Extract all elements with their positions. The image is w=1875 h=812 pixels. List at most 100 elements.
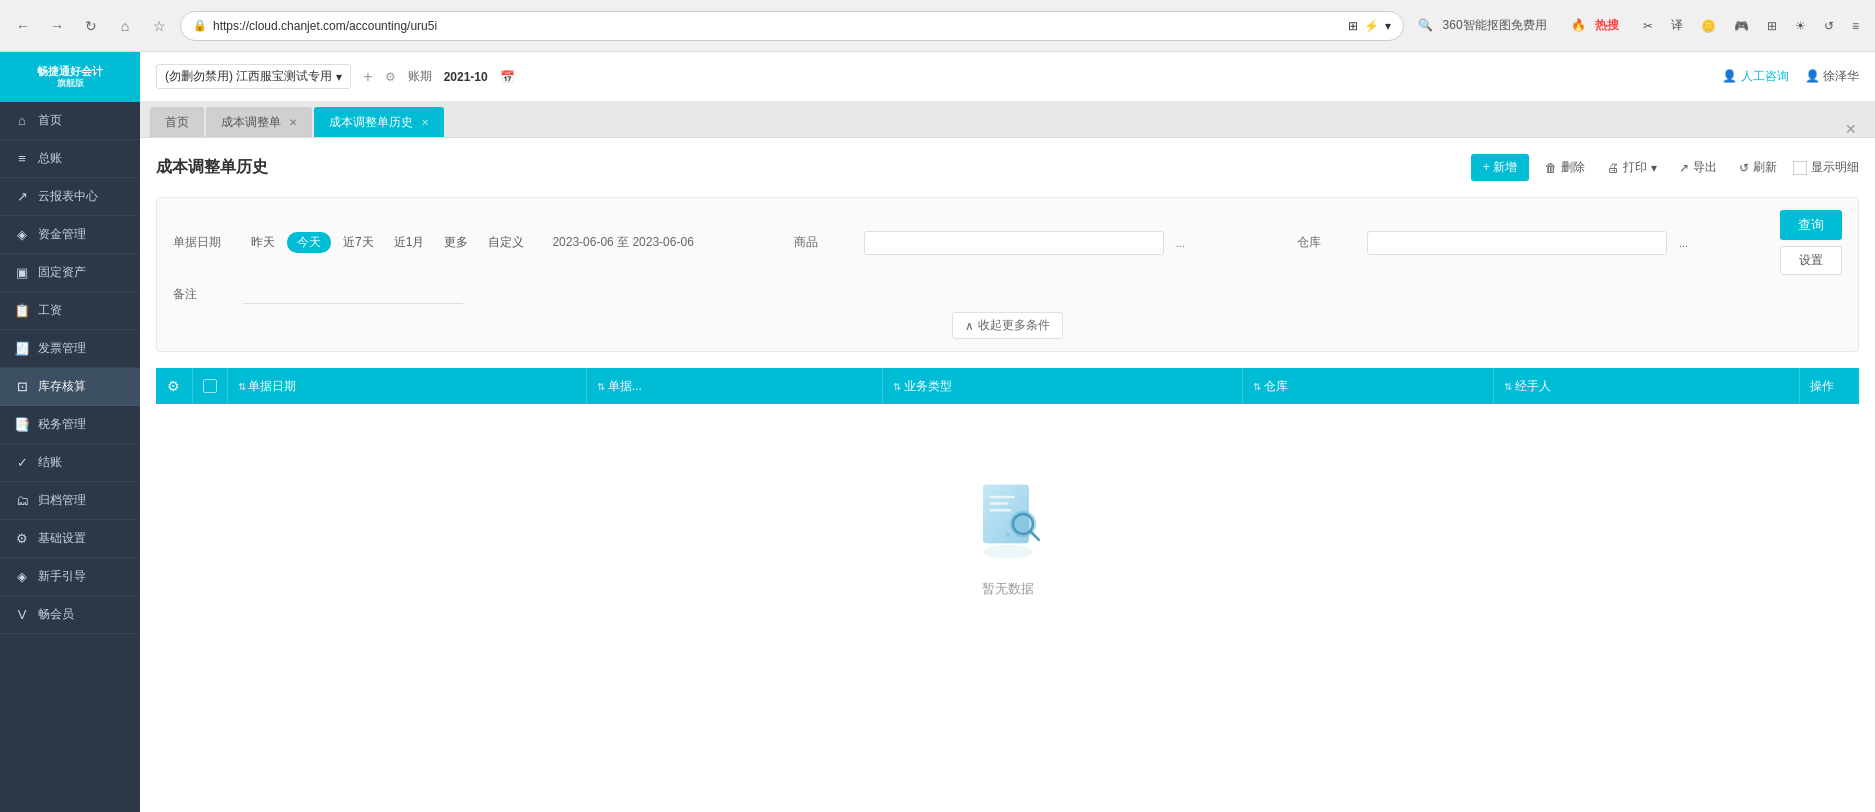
print-icon: 🖨 <box>1607 161 1619 175</box>
search-box[interactable]: 🔍 360智能抠图免费用 <box>1412 15 1558 36</box>
date-btn-1month[interactable]: 近1月 <box>386 232 433 253</box>
th-checkbox[interactable] <box>192 368 227 404</box>
forward-button[interactable]: → <box>44 13 70 39</box>
th-biz-type[interactable]: ⇅ 业务类型 <box>883 368 1242 404</box>
assets-icon: ▣ <box>14 265 30 280</box>
th-gear[interactable]: ⚙ <box>156 368 192 404</box>
collapse-filter-button[interactable]: ∧ 收起更多条件 <box>952 312 1063 339</box>
user-avatar[interactable]: 👤 徐泽华 <box>1805 68 1859 85</box>
remark-input[interactable] <box>243 285 463 304</box>
sidebar-item-vip[interactable]: V 畅会员 <box>0 596 140 634</box>
secure-icon: 🔒 <box>193 19 207 32</box>
show-columns-checkbox[interactable] <box>1793 161 1807 175</box>
tab-cost-adjustment-history[interactable]: 成本调整单历史 ✕ <box>314 107 444 137</box>
date-btn-custom[interactable]: 自定义 <box>480 232 532 253</box>
sort-icon-number: ⇅ <box>597 381 608 392</box>
date-btn-yesterday[interactable]: 昨天 <box>243 232 283 253</box>
empty-state: 暂无数据 <box>156 404 1859 658</box>
hot-label: 🔥 热搜 <box>1565 15 1631 36</box>
sidebar-item-cloud-reports[interactable]: ↗ 云报表中心 <box>0 178 140 216</box>
chevron-down-icon: ▾ <box>1385 19 1391 33</box>
date-btn-7days[interactable]: 近7天 <box>335 232 382 253</box>
browser-grid-icon: ⊞ <box>1348 19 1358 33</box>
home-icon: ⌂ <box>14 113 30 128</box>
sidebar-item-close-accounts[interactable]: ✓ 结账 <box>0 444 140 482</box>
date-btn-more[interactable]: 更多 <box>436 232 476 253</box>
home-button[interactable]: ⌂ <box>112 13 138 39</box>
query-button[interactable]: 查询 <box>1780 210 1842 240</box>
sidebar-item-fund[interactable]: ◈ 资金管理 <box>0 216 140 254</box>
new-button[interactable]: + 新增 <box>1471 154 1529 181</box>
sidebar-item-tax[interactable]: 📑 税务管理 <box>0 406 140 444</box>
top-bar-right: 👤 人工咨询 👤 徐泽华 <box>1722 68 1859 85</box>
svg-point-9 <box>1005 532 1010 537</box>
date-range-display: 2023-06-06 至 2023-06-06 <box>552 234 693 251</box>
empty-row: 暂无数据 <box>156 404 1859 658</box>
settings-icon-top[interactable]: ⚙ <box>385 70 396 84</box>
ledger-icon: ≡ <box>14 151 30 166</box>
undo-icon[interactable]: ↺ <box>1818 17 1840 35</box>
th-warehouse[interactable]: ⇅ 仓库 <box>1242 368 1493 404</box>
tab-close-history[interactable]: ✕ <box>421 117 429 128</box>
consultant-link[interactable]: 👤 人工咨询 <box>1722 68 1788 85</box>
coin-icon[interactable]: 🪙 <box>1695 17 1722 35</box>
th-number[interactable]: ⇅ 单据... <box>586 368 882 404</box>
query-button-group: 查询 设置 <box>1780 210 1842 275</box>
calendar-icon[interactable]: 📅 <box>500 70 515 84</box>
tab-home[interactable]: 首页 <box>150 107 204 137</box>
sidebar-item-settings[interactable]: ⚙ 基础设置 <box>0 520 140 558</box>
empty-text: 暂无数据 <box>982 580 1034 598</box>
empty-illustration <box>958 464 1058 564</box>
table-body: 暂无数据 <box>156 404 1859 658</box>
filter-settings-button[interactable]: 设置 <box>1780 246 1842 275</box>
bookmark-button[interactable]: ☆ <box>146 13 172 39</box>
close-accounts-icon: ✓ <box>14 455 30 470</box>
grid-icon[interactable]: ⊞ <box>1761 17 1783 35</box>
app-logo: 畅捷通好会计 旗舰版 <box>0 52 140 102</box>
tab-close-cost-adjustment[interactable]: ✕ <box>289 117 297 128</box>
top-bar: (勿删勿禁用) 江西服宝测试专用 ▾ + ⚙ 账期 2021-10 📅 👤 人工… <box>140 52 1875 102</box>
scissors-icon[interactable]: ✂ <box>1637 17 1659 35</box>
sidebar-item-guide[interactable]: ◈ 新手引导 <box>0 558 140 596</box>
print-button[interactable]: 🖨 打印 ▾ <box>1601 156 1663 179</box>
browser-right-toolbar: 🔍 360智能抠图免费用 🔥 热搜 ✂ 译 🪙 🎮 ⊞ ☀ ↺ ≡ <box>1412 15 1865 36</box>
menu-icon[interactable]: ≡ <box>1846 17 1865 35</box>
tab-cost-adjustment[interactable]: 成本调整单 ✕ <box>206 107 312 137</box>
export-button[interactable]: ↗ 导出 <box>1673 156 1723 179</box>
sidebar-item-payroll[interactable]: 📋 工资 <box>0 292 140 330</box>
goods-more-button[interactable]: ... <box>1176 237 1185 249</box>
company-selector[interactable]: (勿删勿禁用) 江西服宝测试专用 ▾ <box>156 64 351 89</box>
select-all-checkbox[interactable] <box>203 379 217 393</box>
th-date[interactable]: ⇅ 单据日期 <box>227 368 586 404</box>
table-gear-icon[interactable]: ⚙ <box>166 378 182 394</box>
delete-button[interactable]: 🗑 删除 <box>1539 156 1591 179</box>
table-header-row: ⚙ ⇅ 单据日期 ⇅ 单据... <box>156 368 1859 404</box>
warehouse-filter-group: ... <box>1367 231 1760 255</box>
warehouse-more-button[interactable]: ... <box>1679 237 1688 249</box>
app-container: 畅捷通好会计 旗舰版 ⌂ 首页 ≡ 总账 ↗ 云报表中心 ◈ 资金管理 ▣ 固定… <box>0 52 1875 812</box>
fund-icon: ◈ <box>14 227 30 242</box>
add-tab-button[interactable]: + <box>363 68 372 86</box>
goods-filter-input[interactable] <box>864 231 1164 255</box>
url-bar[interactable]: 🔒 https://cloud.chanjet.com/accounting/u… <box>180 11 1404 41</box>
company-dropdown-icon: ▾ <box>336 70 342 84</box>
game-icon[interactable]: 🎮 <box>1728 17 1755 35</box>
sidebar-item-assets[interactable]: ▣ 固定资产 <box>0 254 140 292</box>
sidebar-item-inventory[interactable]: ⊡ 库存核算 <box>0 368 140 406</box>
sidebar-item-invoice[interactable]: 🧾 发票管理 <box>0 330 140 368</box>
close-all-tabs-button[interactable]: ✕ <box>1837 121 1865 137</box>
reload-button[interactable]: ↻ <box>78 13 104 39</box>
back-button[interactable]: ← <box>10 13 36 39</box>
warehouse-filter-input[interactable] <box>1367 231 1667 255</box>
sidebar-item-archive[interactable]: 🗂 归档管理 <box>0 482 140 520</box>
refresh-button[interactable]: ↺ 刷新 <box>1733 156 1783 179</box>
date-filter-label: 单据日期 <box>173 234 223 251</box>
th-handler[interactable]: ⇅ 经手人 <box>1494 368 1799 404</box>
translate-icon[interactable]: 译 <box>1665 15 1689 36</box>
sidebar-item-home[interactable]: ⌂ 首页 <box>0 102 140 140</box>
date-btn-today[interactable]: 今天 <box>287 232 331 253</box>
filter-row-date: 单据日期 昨天 今天 近7天 近1月 更多 自定义 2023-06-06 至 2… <box>173 210 1842 275</box>
show-columns-toggle[interactable]: 显示明细 <box>1793 159 1859 176</box>
sidebar-item-ledger[interactable]: ≡ 总账 <box>0 140 140 178</box>
sun-icon[interactable]: ☀ <box>1789 17 1812 35</box>
